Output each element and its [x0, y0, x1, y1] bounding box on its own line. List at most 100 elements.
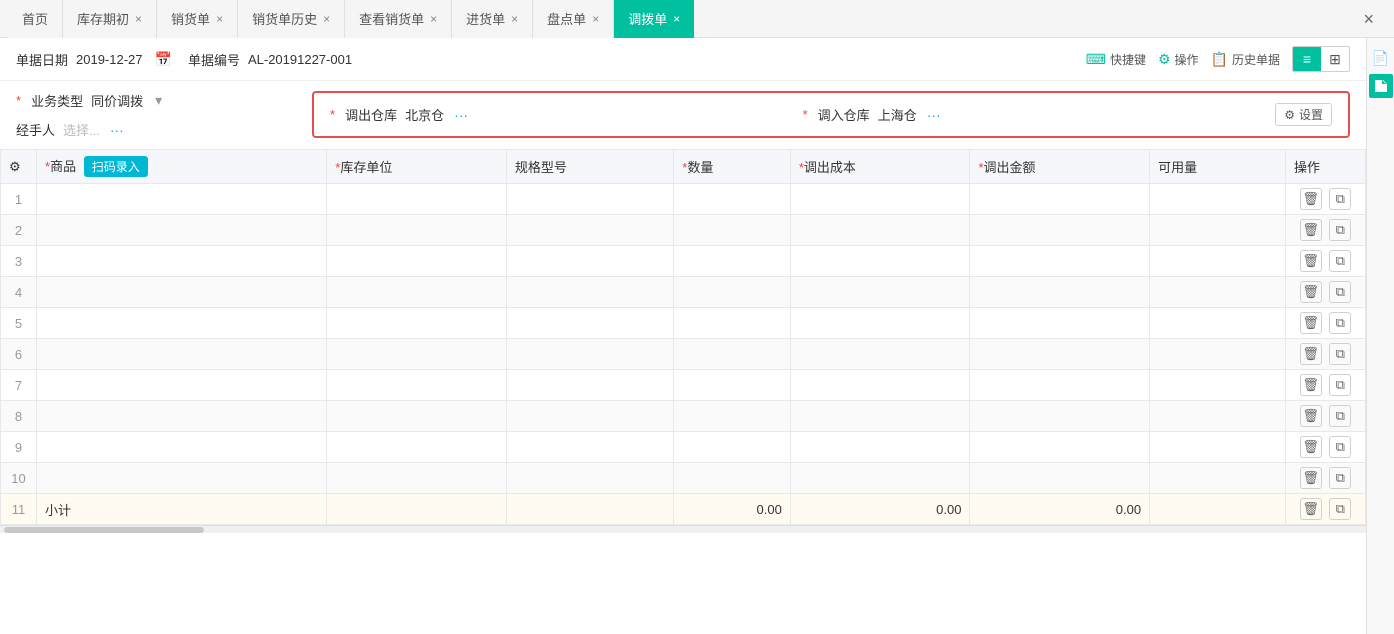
tab-purchase-order-close[interactable]: × — [511, 12, 518, 26]
tab-stocktake-close[interactable]: × — [592, 12, 599, 26]
row-stock-unit-4[interactable] — [327, 277, 507, 308]
copy-row-2-button[interactable]: ⧉ — [1329, 219, 1351, 241]
tab-inventory-init[interactable]: 库存期初 × — [63, 0, 157, 38]
tab-sales-history[interactable]: 销货单历史 × — [238, 0, 345, 38]
row-product-3[interactable] — [37, 246, 327, 277]
tab-home[interactable]: 首页 — [8, 0, 63, 38]
row-available-3[interactable] — [1150, 246, 1286, 277]
tab-inventory-init-close[interactable]: × — [135, 12, 142, 26]
row-stock-unit-5[interactable] — [327, 308, 507, 339]
transfer-out-more-button[interactable]: ··· — [452, 107, 470, 123]
row-transfer-amount-1[interactable] — [970, 184, 1150, 215]
row-stock-unit-1[interactable] — [327, 184, 507, 215]
shortcuts-button[interactable]: ⌨ 快捷键 — [1086, 51, 1146, 68]
row-stock-unit-10[interactable] — [327, 463, 507, 494]
row-quantity-9[interactable] — [674, 432, 791, 463]
tab-stocktake[interactable]: 盘点单 × — [533, 0, 614, 38]
row-stock-unit-6[interactable] — [327, 339, 507, 370]
tab-sales-order-close[interactable]: × — [216, 12, 223, 26]
row-transfer-amount-10[interactable] — [970, 463, 1150, 494]
delete-row-2-button[interactable]: 🗑 — [1300, 219, 1322, 241]
row-available-7[interactable] — [1150, 370, 1286, 401]
delete-row-10-button[interactable]: 🗑 — [1300, 467, 1322, 489]
row-product-8[interactable] — [37, 401, 327, 432]
copy-row-3-button[interactable]: ⧉ — [1329, 250, 1351, 272]
row-product-9[interactable] — [37, 432, 327, 463]
row-quantity-4[interactable] — [674, 277, 791, 308]
row-transfer-amount-4[interactable] — [970, 277, 1150, 308]
business-type-dropdown[interactable]: ▾ — [151, 92, 166, 109]
row-quantity-1[interactable] — [674, 184, 791, 215]
row-transfer-cost-10[interactable] — [790, 463, 970, 494]
row-transfer-cost-8[interactable] — [790, 401, 970, 432]
copy-row-8-button[interactable]: ⧉ — [1329, 405, 1351, 427]
row-spec-4[interactable] — [506, 277, 673, 308]
row-stock-unit-8[interactable] — [327, 401, 507, 432]
delete-row-8-button[interactable]: 🗑 — [1300, 405, 1322, 427]
th-gear[interactable]: ⚙ — [1, 150, 37, 184]
row-transfer-cost-1[interactable] — [790, 184, 970, 215]
delete-row-6-button[interactable]: 🗑 — [1300, 343, 1322, 365]
delete-row-5-button[interactable]: 🗑 — [1300, 312, 1322, 334]
row-product-6[interactable] — [37, 339, 327, 370]
scrollbar-thumb[interactable] — [4, 527, 204, 533]
row-transfer-cost-3[interactable] — [790, 246, 970, 277]
row-available-10[interactable] — [1150, 463, 1286, 494]
tab-sales-history-close[interactable]: × — [323, 12, 330, 26]
row-transfer-amount-5[interactable] — [970, 308, 1150, 339]
row-stock-unit-3[interactable] — [327, 246, 507, 277]
summary-delete-btn[interactable]: 🗑 — [1300, 498, 1322, 520]
tab-view-sales-close[interactable]: × — [430, 12, 437, 26]
row-available-8[interactable] — [1150, 401, 1286, 432]
tab-transfer-close[interactable]: × — [673, 12, 680, 26]
row-product-10[interactable] — [37, 463, 327, 494]
row-available-2[interactable] — [1150, 215, 1286, 246]
copy-row-4-button[interactable]: ⧉ — [1329, 281, 1351, 303]
row-quantity-5[interactable] — [674, 308, 791, 339]
sidebar-doc-icon[interactable]: 📄 — [1369, 46, 1393, 70]
row-spec-2[interactable] — [506, 215, 673, 246]
row-product-1[interactable] — [37, 184, 327, 215]
row-transfer-amount-9[interactable] — [970, 432, 1150, 463]
calendar-icon[interactable]: 📅 — [155, 51, 172, 68]
copy-row-1-button[interactable]: ⧉ — [1329, 188, 1351, 210]
row-quantity-2[interactable] — [674, 215, 791, 246]
row-transfer-amount-3[interactable] — [970, 246, 1150, 277]
copy-row-5-button[interactable]: ⧉ — [1329, 312, 1351, 334]
row-transfer-amount-7[interactable] — [970, 370, 1150, 401]
row-transfer-cost-2[interactable] — [790, 215, 970, 246]
row-quantity-6[interactable] — [674, 339, 791, 370]
tab-view-sales[interactable]: 查看销货单 × — [345, 0, 452, 38]
row-transfer-cost-5[interactable] — [790, 308, 970, 339]
grid-view-button[interactable]: ⊞ — [1321, 47, 1349, 71]
delete-row-3-button[interactable]: 🗑 — [1300, 250, 1322, 272]
copy-row-7-button[interactable]: ⧉ — [1329, 374, 1351, 396]
row-stock-unit-2[interactable] — [327, 215, 507, 246]
operations-button[interactable]: ⚙ 操作 — [1158, 51, 1199, 68]
transfer-in-more-button[interactable]: ··· — [925, 107, 943, 123]
delete-row-4-button[interactable]: 🗑 — [1300, 281, 1322, 303]
row-transfer-cost-6[interactable] — [790, 339, 970, 370]
row-available-9[interactable] — [1150, 432, 1286, 463]
gear-settings-icon[interactable]: ⚙ — [9, 159, 21, 174]
handler-input[interactable]: 选择... — [63, 120, 100, 139]
sidebar-export-icon[interactable] — [1369, 74, 1393, 98]
copy-row-10-button[interactable]: ⧉ — [1329, 467, 1351, 489]
row-transfer-amount-2[interactable] — [970, 215, 1150, 246]
tab-transfer[interactable]: 调拨单 × — [614, 0, 694, 38]
row-spec-3[interactable] — [506, 246, 673, 277]
row-quantity-3[interactable] — [674, 246, 791, 277]
summary-copy-btn[interactable]: ⧉ — [1329, 498, 1351, 520]
row-product-5[interactable] — [37, 308, 327, 339]
delete-row-9-button[interactable]: 🗑 — [1300, 436, 1322, 458]
row-stock-unit-7[interactable] — [327, 370, 507, 401]
row-product-7[interactable] — [37, 370, 327, 401]
row-transfer-amount-8[interactable] — [970, 401, 1150, 432]
row-available-6[interactable] — [1150, 339, 1286, 370]
tab-purchase-order[interactable]: 进货单 × — [452, 0, 533, 38]
delete-row-7-button[interactable]: 🗑 — [1300, 374, 1322, 396]
delete-row-1-button[interactable]: 🗑 — [1300, 188, 1322, 210]
row-transfer-cost-9[interactable] — [790, 432, 970, 463]
row-product-2[interactable] — [37, 215, 327, 246]
history-button[interactable]: 📋 历史单据 — [1211, 51, 1280, 68]
